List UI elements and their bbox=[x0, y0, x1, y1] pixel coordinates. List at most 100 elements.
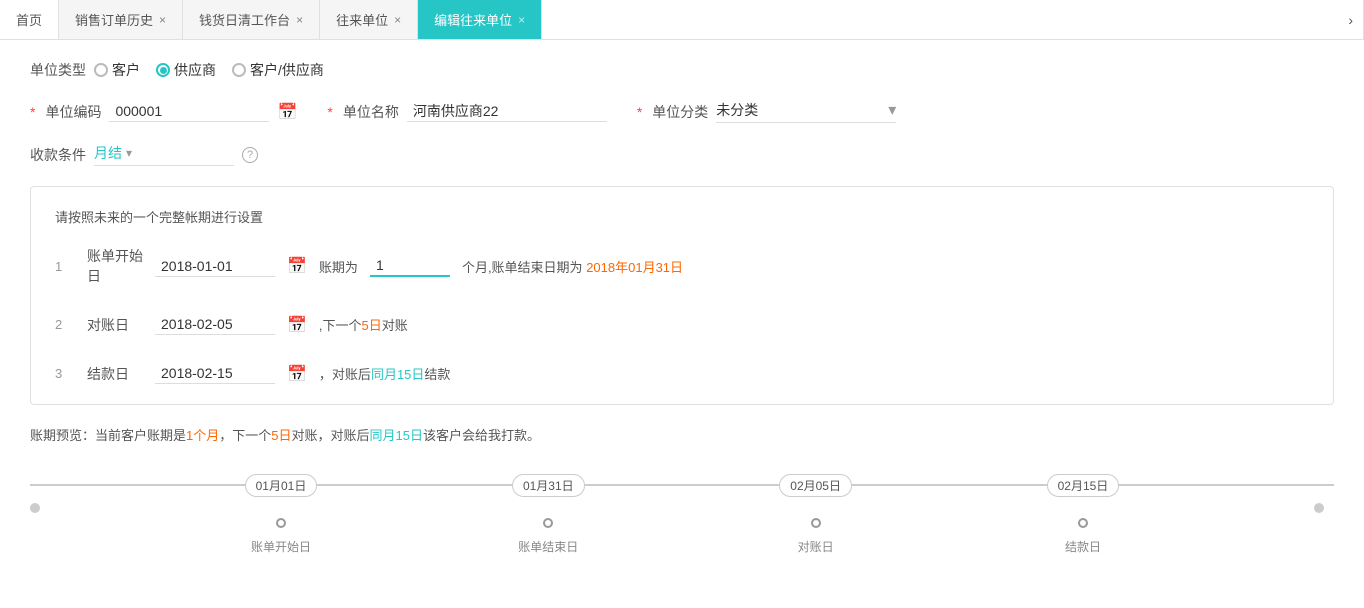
period-payment-date-input[interactable] bbox=[155, 363, 275, 384]
unit-category-label: 单位分类 bbox=[652, 102, 708, 122]
unit-name-input[interactable] bbox=[407, 101, 607, 122]
tab-sales-history-close[interactable]: × bbox=[159, 13, 166, 27]
unit-code-group: * 单位编码 📅 bbox=[30, 101, 297, 122]
payment-terms-dropdown[interactable]: 月结 ▾ bbox=[94, 143, 234, 166]
period-settings-box: 请按照未来的一个完整帐期进行设置 1 账单开始日 📅 账期为 个月,账单结束日期… bbox=[30, 186, 1334, 405]
tab-cashflow-close[interactable]: × bbox=[296, 13, 303, 27]
period-row-3: 3 结款日 📅 ，对账后同月15日结款 bbox=[55, 363, 1309, 384]
period-months-input[interactable] bbox=[370, 255, 450, 277]
tab-edit-contact[interactable]: 编辑往来单位 × bbox=[418, 0, 542, 39]
period-reconcile-desc: ,下一个5日对账 bbox=[319, 315, 408, 334]
period-start-calendar-icon[interactable]: 📅 bbox=[287, 256, 307, 276]
radio-both[interactable]: 客户/供应商 bbox=[232, 60, 324, 80]
unit-category-required: * bbox=[637, 104, 642, 120]
tab-cashflow[interactable]: 钱货日清工作台 × bbox=[183, 0, 320, 39]
unit-code-required: * bbox=[30, 104, 35, 120]
timeline-dot-0 bbox=[276, 518, 286, 528]
payment-terms-arrow-icon: ▾ bbox=[126, 146, 132, 160]
period-num-1: 1 bbox=[55, 259, 75, 274]
timeline-label-1: 账单结束日 bbox=[518, 538, 578, 555]
timeline-date-2: 02月05日 bbox=[779, 474, 852, 497]
timeline-dot-1 bbox=[543, 518, 553, 528]
radio-both-circle bbox=[232, 63, 246, 77]
unit-type-group: 单位类型 客户 供应商 客户/供应商 bbox=[30, 60, 324, 80]
timeline-date-1: 01月31日 bbox=[512, 474, 585, 497]
timeline-point-0: 01月01日 账单开始日 bbox=[245, 474, 318, 555]
radio-customer-circle bbox=[94, 63, 108, 77]
unit-category-dropdown[interactable]: 未分类 ▾ bbox=[716, 100, 896, 123]
timeline-dot-2 bbox=[811, 518, 821, 528]
radio-supplier-circle bbox=[156, 63, 170, 77]
period-settings-title: 请按照未来的一个完整帐期进行设置 bbox=[55, 207, 1309, 226]
tab-sales-history-label: 销售订单历史 bbox=[75, 10, 153, 29]
timeline-label-0: 账单开始日 bbox=[251, 538, 311, 555]
timeline-label-2: 对账日 bbox=[798, 538, 834, 555]
preview-day: 5日 bbox=[271, 428, 291, 443]
timeline-right-endpoint bbox=[1314, 503, 1324, 513]
unit-type-row: 单位类型 客户 供应商 客户/供应商 bbox=[30, 60, 1334, 80]
timeline-left-endpoint bbox=[30, 503, 40, 513]
unit-info-row: * 单位编码 📅 * 单位名称 * 单位分类 未分类 ▾ bbox=[30, 100, 1334, 123]
tab-edit-contact-close[interactable]: × bbox=[518, 13, 525, 27]
timeline-dot-3 bbox=[1078, 518, 1088, 528]
timeline-points: 01月01日 账单开始日 01月31日 账单结束日 02月05日 对账日 02月… bbox=[30, 474, 1334, 555]
unit-name-group: * 单位名称 bbox=[327, 101, 606, 122]
period-num-2: 2 bbox=[55, 317, 75, 332]
period-months-suffix: 个月,账单结束日期为 2018年01月31日 bbox=[462, 257, 683, 276]
period-suffix-label: 账期为 bbox=[319, 257, 358, 276]
radio-customer[interactable]: 客户 bbox=[94, 60, 140, 80]
timeline-point-1: 01月31日 账单结束日 bbox=[512, 474, 585, 555]
period-label-3: 结款日 bbox=[87, 364, 143, 384]
tab-expand-button[interactable]: › bbox=[1338, 0, 1364, 39]
tab-home[interactable]: 首页 bbox=[0, 0, 59, 39]
period-reconcile-calendar-icon[interactable]: 📅 bbox=[287, 315, 307, 335]
expand-icon: › bbox=[1348, 12, 1353, 28]
unit-category-value: 未分类 bbox=[716, 100, 884, 120]
period-start-date-input[interactable] bbox=[155, 256, 275, 277]
period-reconcile-highlight: 5日 bbox=[362, 318, 382, 333]
period-end-date-highlight: 2018年01月31日 bbox=[586, 260, 683, 275]
unit-category-group: * 单位分类 未分类 ▾ bbox=[637, 100, 896, 123]
payment-terms-row: 收款条件 月结 ▾ ? bbox=[30, 143, 1334, 166]
preview-text: 账期预览：当前客户账期是1个月，下一个5日对账，对账后同月15日该客户会给我打款… bbox=[30, 425, 1334, 444]
timeline-label-3: 结款日 bbox=[1065, 538, 1101, 555]
tab-contacts-close[interactable]: × bbox=[394, 13, 401, 27]
radio-supplier-label: 供应商 bbox=[174, 60, 216, 80]
unit-type-label: 单位类型 bbox=[30, 60, 86, 80]
unit-code-calendar-icon[interactable]: 📅 bbox=[277, 102, 297, 122]
unit-type-radio-group: 客户 供应商 客户/供应商 bbox=[94, 60, 324, 80]
payment-terms-label: 收款条件 bbox=[30, 145, 86, 165]
period-num-3: 3 bbox=[55, 366, 75, 381]
tab-contacts[interactable]: 往来单位 × bbox=[320, 0, 418, 39]
period-label-1: 账单开始日 bbox=[87, 246, 143, 286]
period-payment-desc: ，对账后同月15日结款 bbox=[319, 364, 451, 383]
unit-code-label: 单位编码 bbox=[45, 102, 101, 122]
tab-contacts-label: 往来单位 bbox=[336, 10, 388, 29]
radio-both-label: 客户/供应商 bbox=[250, 60, 324, 80]
tab-edit-contact-label: 编辑往来单位 bbox=[434, 10, 512, 29]
period-row-2: 2 对账日 📅 ,下一个5日对账 bbox=[55, 314, 1309, 335]
timeline-point-3: 02月15日 结款日 bbox=[1047, 474, 1120, 555]
timeline-date-0: 01月01日 bbox=[245, 474, 318, 497]
tab-bar: 首页 销售订单历史 × 钱货日清工作台 × 往来单位 × 编辑往来单位 × › bbox=[0, 0, 1364, 40]
payment-terms-group: 收款条件 月结 ▾ ? bbox=[30, 143, 258, 166]
period-label-2: 对账日 bbox=[87, 315, 143, 335]
unit-category-arrow-icon: ▾ bbox=[888, 100, 896, 120]
tab-sales-history[interactable]: 销售订单历史 × bbox=[59, 0, 183, 39]
timeline-point-2: 02月05日 对账日 bbox=[779, 474, 852, 555]
timeline: 01月01日 账单开始日 01月31日 账单结束日 02月05日 对账日 02月… bbox=[30, 464, 1334, 565]
radio-supplier[interactable]: 供应商 bbox=[156, 60, 216, 80]
payment-terms-value: 月结 bbox=[94, 143, 122, 163]
preview-payment-day: 同月15日 bbox=[370, 428, 423, 443]
radio-customer-label: 客户 bbox=[112, 60, 140, 80]
unit-code-input[interactable] bbox=[109, 101, 269, 122]
payment-terms-help-icon[interactable]: ? bbox=[242, 147, 258, 163]
period-payment-calendar-icon[interactable]: 📅 bbox=[287, 364, 307, 384]
tab-cashflow-label: 钱货日清工作台 bbox=[199, 10, 290, 29]
period-reconcile-date-input[interactable] bbox=[155, 314, 275, 335]
timeline-date-3: 02月15日 bbox=[1047, 474, 1120, 497]
main-content: 单位类型 客户 供应商 客户/供应商 * 单位编码 bbox=[0, 40, 1364, 608]
unit-name-required: * bbox=[327, 104, 332, 120]
period-payment-highlight: 同月15日 bbox=[371, 367, 424, 382]
period-row-1: 1 账单开始日 📅 账期为 个月,账单结束日期为 2018年01月31日 bbox=[55, 246, 1309, 286]
